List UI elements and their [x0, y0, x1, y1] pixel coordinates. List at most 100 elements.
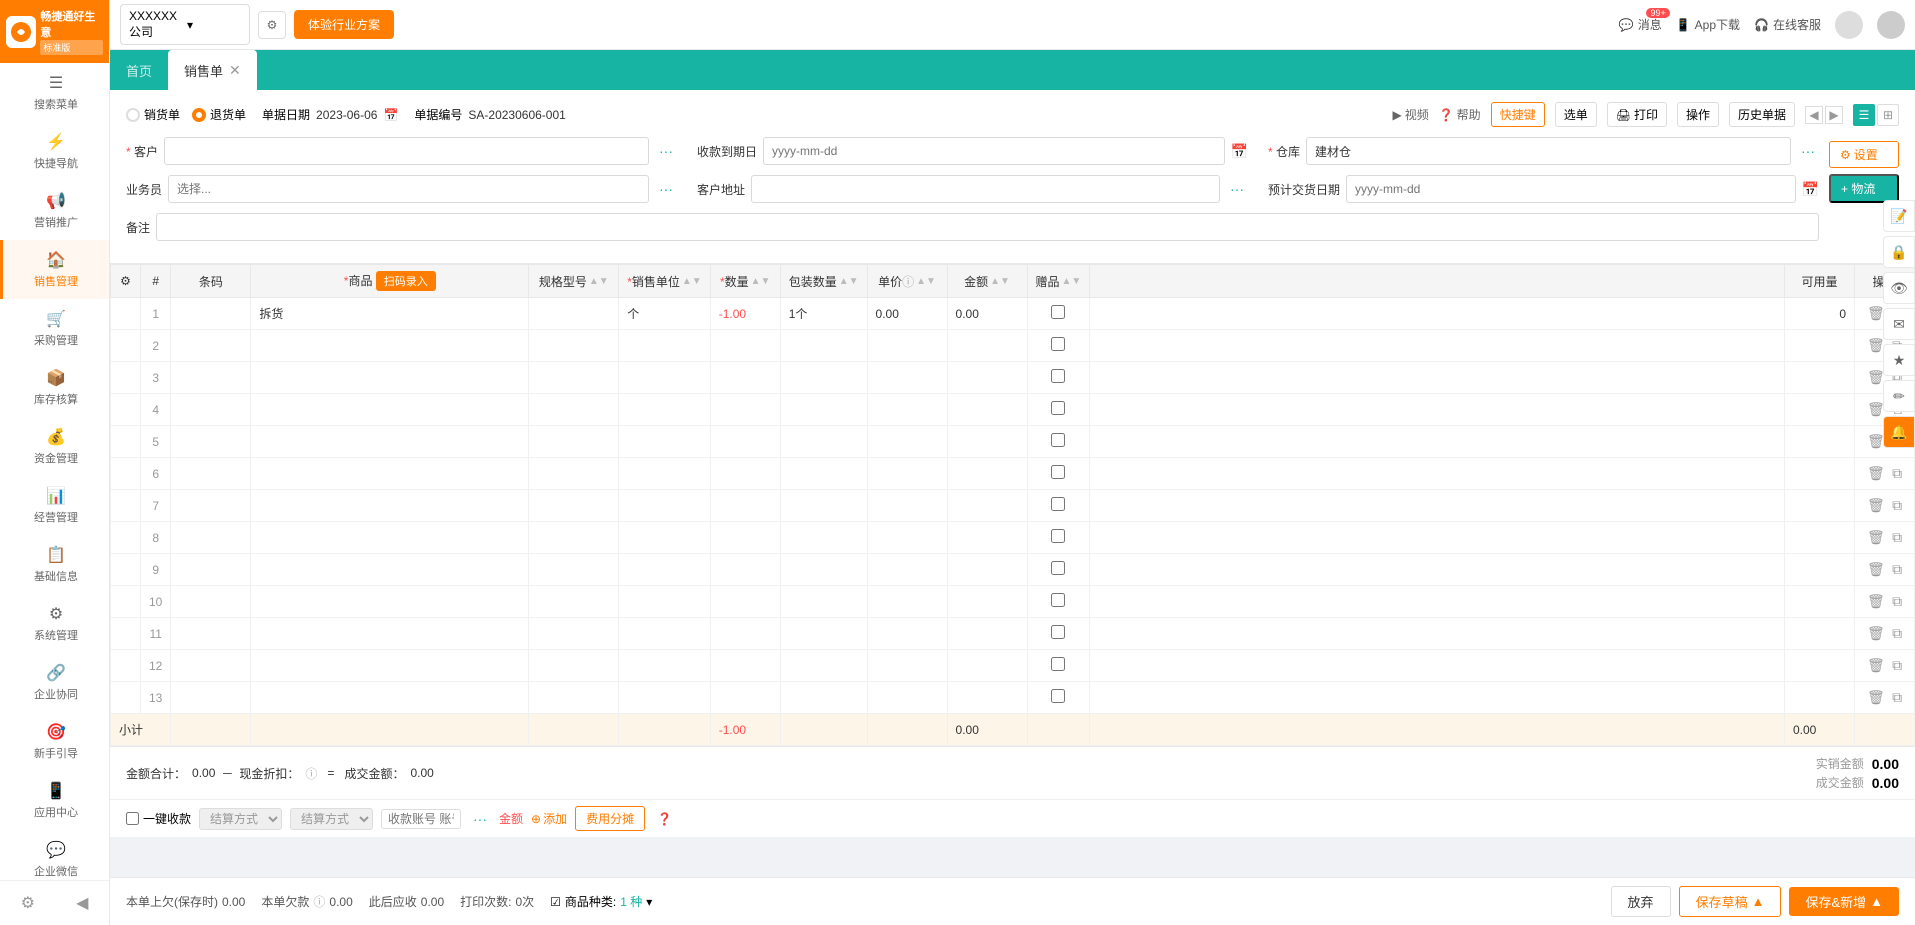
row-gift[interactable] [1027, 394, 1090, 426]
sf-lock-btn[interactable]: 🔒 [1883, 236, 1915, 268]
sidebar-item-sales[interactable]: 🏠 销售管理 [0, 240, 109, 299]
row-qty[interactable] [710, 330, 780, 362]
row-delete-btn[interactable]: 🗑 [1865, 559, 1887, 580]
discount-icon[interactable]: ⓘ [305, 765, 317, 782]
row-qty[interactable] [710, 618, 780, 650]
row-delete-btn[interactable]: 🗑 [1865, 463, 1887, 484]
sidebar-item-marketing[interactable]: 📢 营销推广 [0, 181, 109, 240]
row-copy-btn[interactable]: ⧉ [1890, 527, 1904, 548]
payment-method-select[interactable]: 结算方式 [199, 808, 282, 830]
save-draft-button[interactable]: 保存草稿 ▲ [1679, 886, 1782, 917]
sidebar-item-basic[interactable]: 📋 基础信息 [0, 535, 109, 594]
row-gift[interactable] [1027, 682, 1090, 714]
row-copy-btn[interactable]: ⧉ [1890, 623, 1904, 644]
row-barcode[interactable] [171, 458, 251, 490]
sidebar-item-wechat[interactable]: 💬 企业微信 [0, 830, 109, 880]
message-button[interactable]: 💬 消息 99+ [1619, 16, 1662, 33]
sf-action-btn[interactable]: 🔔 [1883, 416, 1915, 448]
tab-sales-order[interactable]: 销售单 ✕ [168, 50, 257, 90]
row-price[interactable]: 0.00 [867, 298, 947, 330]
row-delete-btn[interactable]: 🗑 [1865, 687, 1887, 708]
warehouse-input[interactable] [1306, 137, 1791, 165]
row-delete-btn[interactable]: 🗑 [1865, 527, 1887, 548]
due-date-input[interactable] [763, 137, 1225, 165]
row-gift[interactable] [1027, 458, 1090, 490]
row-spec[interactable] [529, 298, 619, 330]
row-copy-btn[interactable]: ⧉ [1890, 463, 1904, 484]
row-gift[interactable] [1027, 650, 1090, 682]
row-qty[interactable] [710, 682, 780, 714]
sidebar-item-guide[interactable]: 🎯 新手引导 [0, 712, 109, 771]
th-settings[interactable]: ⚙ [111, 265, 141, 298]
row-spec[interactable] [529, 394, 619, 426]
row-qty[interactable] [710, 426, 780, 458]
row-price[interactable] [867, 554, 947, 586]
account-input[interactable] [381, 809, 461, 829]
sf-message-btn[interactable]: ✉ [1883, 308, 1915, 340]
sf-note-btn[interactable]: 📝 [1883, 200, 1915, 232]
row-price[interactable] [867, 650, 947, 682]
row-product[interactable] [251, 682, 529, 714]
row-price[interactable] [867, 330, 947, 362]
row-barcode[interactable] [171, 394, 251, 426]
row-product[interactable] [251, 394, 529, 426]
row-barcode[interactable] [171, 682, 251, 714]
save-new-button[interactable]: 保存&新增 ▲ [1789, 887, 1899, 916]
next-arrow[interactable]: ▶ [1825, 106, 1843, 124]
row-product[interactable] [251, 586, 529, 618]
row-product[interactable] [251, 426, 529, 458]
delivery-input[interactable] [1346, 175, 1796, 203]
operation-btn[interactable]: 操作 [1677, 102, 1719, 127]
help-link[interactable]: ❓ 帮助 [1439, 106, 1481, 123]
row-product[interactable]: 拆货 [251, 298, 529, 330]
online-service-button[interactable]: 🎧 在线客服 [1754, 16, 1821, 33]
row-gift[interactable] [1027, 522, 1090, 554]
sidebar-item-search-order[interactable]: ☰ 搜索菜单 [0, 63, 109, 122]
choose-btn[interactable]: 选单 [1555, 102, 1597, 127]
row-spec[interactable] [529, 490, 619, 522]
sidebar-collapse-btn[interactable]: ◀ [72, 889, 92, 917]
sidebar-item-purchase[interactable]: 🛒 采购管理 [0, 299, 109, 358]
row-price[interactable] [867, 362, 947, 394]
row-barcode[interactable] [171, 586, 251, 618]
row-spec[interactable] [529, 682, 619, 714]
onepay-checkbox[interactable] [126, 812, 139, 825]
row-product[interactable] [251, 650, 529, 682]
due-date-calendar-icon[interactable]: 📅 [1231, 143, 1248, 160]
customer-input[interactable] [164, 137, 649, 165]
row-price[interactable] [867, 586, 947, 618]
row-barcode[interactable] [171, 490, 251, 522]
row-spec[interactable] [529, 554, 619, 586]
row-qty[interactable] [710, 490, 780, 522]
expense-btn[interactable]: 费用分摊 [575, 806, 645, 831]
row-barcode[interactable] [171, 426, 251, 458]
row-barcode[interactable] [171, 554, 251, 586]
row-gift[interactable] [1027, 298, 1090, 330]
sidebar-item-quick-nav[interactable]: ⚡ 快捷导航 [0, 122, 109, 181]
sales-order-radio[interactable]: 销货单 [126, 106, 180, 123]
row-gift[interactable] [1027, 426, 1090, 458]
row-copy-btn[interactable]: ⧉ [1890, 687, 1904, 708]
sf-eye-btn[interactable]: 👁 [1883, 272, 1915, 304]
sf-star-btn[interactable]: ★ [1883, 344, 1915, 376]
add-payment-btn[interactable]: ⊕ 添加 [531, 810, 567, 827]
row-delete-btn[interactable]: 🗑 [1865, 591, 1887, 612]
logistics-button[interactable]: + 物流 [1829, 174, 1899, 203]
setting-button[interactable]: ⚙ 设置 [1829, 141, 1899, 168]
list-view-btn[interactable]: ☰ [1853, 104, 1875, 126]
history-btn[interactable]: 历史单据 [1729, 102, 1795, 127]
remark-input[interactable] [156, 213, 1819, 241]
row-gift[interactable] [1027, 618, 1090, 650]
row-qty[interactable] [710, 458, 780, 490]
row-spec[interactable] [529, 522, 619, 554]
row-price[interactable] [867, 682, 947, 714]
row-spec[interactable] [529, 330, 619, 362]
row-product[interactable] [251, 554, 529, 586]
row-qty[interactable] [710, 362, 780, 394]
video-link[interactable]: ▶ 视频 [1392, 106, 1428, 123]
row-product[interactable] [251, 490, 529, 522]
sidebar-item-biz[interactable]: 📊 经营管理 [0, 476, 109, 535]
prev-arrow[interactable]: ◀ [1805, 106, 1823, 124]
settlement-select[interactable]: 结算方式 [290, 808, 373, 830]
info-icon[interactable]: ⓘ [313, 893, 325, 910]
